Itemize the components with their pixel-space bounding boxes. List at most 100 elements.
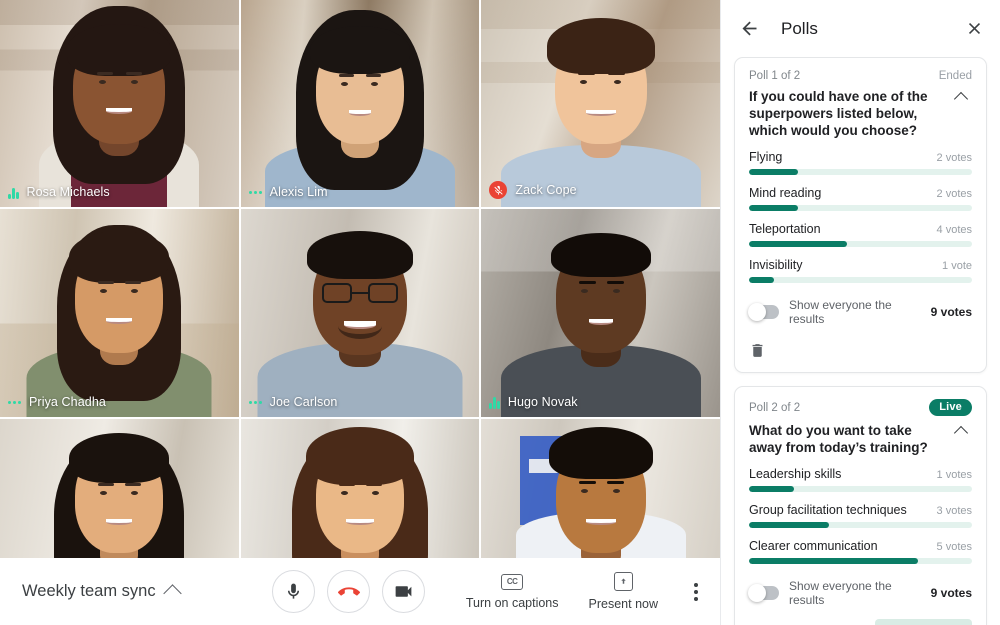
mic-muted-icon <box>489 181 508 199</box>
video-camera-icon <box>395 586 412 597</box>
poll-option-label: Invisibility <box>749 258 803 272</box>
hangup-button[interactable] <box>327 570 370 613</box>
poll-status-badge: Live <box>929 399 972 416</box>
participant-nameplate: Priya Chadha <box>8 395 106 409</box>
poll-index-label: Poll 2 of 2 <box>749 401 801 414</box>
chevron-up-icon <box>953 91 969 107</box>
more-options-button[interactable] <box>688 573 704 611</box>
end-poll-button[interactable]: End the poll <box>875 619 972 625</box>
poll-option-votes: 4 votes <box>936 224 972 236</box>
polls-list: Poll 1 of 2 Ended If you could have one … <box>721 57 1000 625</box>
captions-label: Turn on captions <box>465 595 559 610</box>
poll-option: Leadership skills 1 votes <box>749 467 972 492</box>
participant-grid: Rosa Michaels Alexis Lim Zack Cope Priya… <box>0 0 720 562</box>
poll-total-votes: 9 votes <box>930 305 972 319</box>
present-label: Present now <box>588 597 658 611</box>
participant-tile[interactable]: Zack Cope <box>481 0 720 207</box>
poll-option-bar <box>749 205 972 211</box>
participant-nameplate: Alexis Lim <box>248 185 328 199</box>
poll-footer-row: Show everyone the results 9 votes <box>748 579 972 609</box>
participant-nameplate: Joe Carlson <box>248 395 338 409</box>
poll-option-bar-fill <box>749 558 919 564</box>
poll-header: Poll 2 of 2 Live <box>749 399 972 416</box>
participant-name: Zack Cope <box>515 183 577 197</box>
participant-video <box>240 209 480 417</box>
mic-button[interactable] <box>272 570 315 613</box>
poll-option-votes: 1 vote <box>942 260 972 272</box>
poll-option-bar <box>749 522 972 528</box>
trash-icon[interactable] <box>749 338 771 362</box>
poll-option-votes: 3 votes <box>936 505 972 517</box>
secondary-controls: CC Turn on captions Present now <box>466 572 704 611</box>
poll-option-bar <box>749 241 972 247</box>
participant-tile[interactable]: Hugo Novak <box>481 209 720 417</box>
poll-option-bar-fill <box>749 169 799 175</box>
call-bottom-bar: Weekly team sync CC Turn on captions Pre… <box>0 558 720 625</box>
close-icon[interactable] <box>962 17 986 41</box>
participant-video <box>0 0 239 207</box>
participant-video <box>481 0 720 207</box>
closed-caption-icon: CC <box>501 573 524 590</box>
poll-option-votes: 1 votes <box>936 469 972 481</box>
poll-option-bar <box>749 277 972 283</box>
collapse-poll-button[interactable] <box>950 88 972 107</box>
poll-question: What do you want to take away from today… <box>749 423 928 455</box>
poll-option-votes: 2 votes <box>936 188 972 200</box>
poll-option-label: Teleportation <box>749 222 821 236</box>
participant-tile[interactable]: Alexis Lim <box>240 0 480 207</box>
participant-nameplate: Hugo Novak <box>489 395 578 409</box>
captions-button[interactable]: CC Turn on captions <box>465 573 559 610</box>
call-controls <box>272 570 425 613</box>
poll-option: Flying 2 votes <box>749 150 972 175</box>
participant-video <box>240 0 480 207</box>
show-results-label: Show everyone the results <box>789 298 892 326</box>
poll-option-label: Clearer communication <box>749 539 878 553</box>
meeting-name-button[interactable]: Weekly team sync <box>22 582 182 603</box>
participant-video <box>0 419 239 562</box>
participant-tile[interactable]: Priya Chadha <box>0 209 239 417</box>
poll-option-label: Flying <box>749 150 783 164</box>
kebab-dot <box>694 596 698 601</box>
kebab-dot <box>694 582 698 587</box>
polls-panel-header: Polls <box>721 0 1000 57</box>
poll-card: Poll 2 of 2 Live What do you want to tak… <box>734 386 987 625</box>
poll-option-bar-fill <box>749 277 774 283</box>
video-stage: Rosa Michaels Alexis Lim Zack Cope Priya… <box>0 0 720 625</box>
participant-tile[interactable]: Rosa Michaels <box>0 0 239 207</box>
participant-nameplate: Rosa Michaels <box>8 185 110 199</box>
poll-option: Mind reading 2 votes <box>749 186 972 211</box>
poll-option-votes: 2 votes <box>936 152 972 164</box>
poll-option-bar-fill <box>749 522 830 528</box>
poll-index-label: Poll 1 of 2 <box>749 70 801 82</box>
poll-option-bar-fill <box>749 486 794 492</box>
chevron-up-icon <box>953 425 969 441</box>
participant-tile[interactable] <box>481 419 720 562</box>
poll-question: If you could have one of the superpowers… <box>749 89 928 138</box>
participant-nameplate: Zack Cope <box>489 181 577 199</box>
poll-option-label: Leadership skills <box>749 467 842 481</box>
participant-name: Alexis Lim <box>269 185 328 199</box>
poll-option: Group facilitation techniques 3 votes <box>749 503 972 528</box>
hangup-icon <box>337 586 360 596</box>
camera-button[interactable] <box>382 570 425 613</box>
participant-video <box>481 209 720 417</box>
participant-tile[interactable] <box>240 419 480 562</box>
show-results-toggle[interactable] <box>748 584 779 602</box>
show-results-label: Show everyone the results <box>789 579 892 607</box>
present-now-button[interactable]: Present now <box>589 572 658 611</box>
back-arrow-icon[interactable] <box>737 17 761 41</box>
toggle-knob <box>748 584 766 602</box>
participant-tile[interactable] <box>0 419 239 562</box>
participant-tile[interactable]: Joe Carlson <box>240 209 480 417</box>
poll-option-votes: 5 votes <box>936 541 972 553</box>
poll-option-bar <box>749 486 972 492</box>
present-screen-icon <box>613 572 633 591</box>
poll-card: Poll 1 of 2 Ended If you could have one … <box>734 57 987 373</box>
poll-option-bar <box>749 169 972 175</box>
mic-idle-icon <box>8 400 21 404</box>
chevron-up-icon <box>162 584 182 603</box>
poll-option-bar-fill <box>749 205 799 211</box>
toggle-knob <box>748 303 766 321</box>
collapse-poll-button[interactable] <box>950 422 972 441</box>
show-results-toggle[interactable] <box>748 303 779 321</box>
